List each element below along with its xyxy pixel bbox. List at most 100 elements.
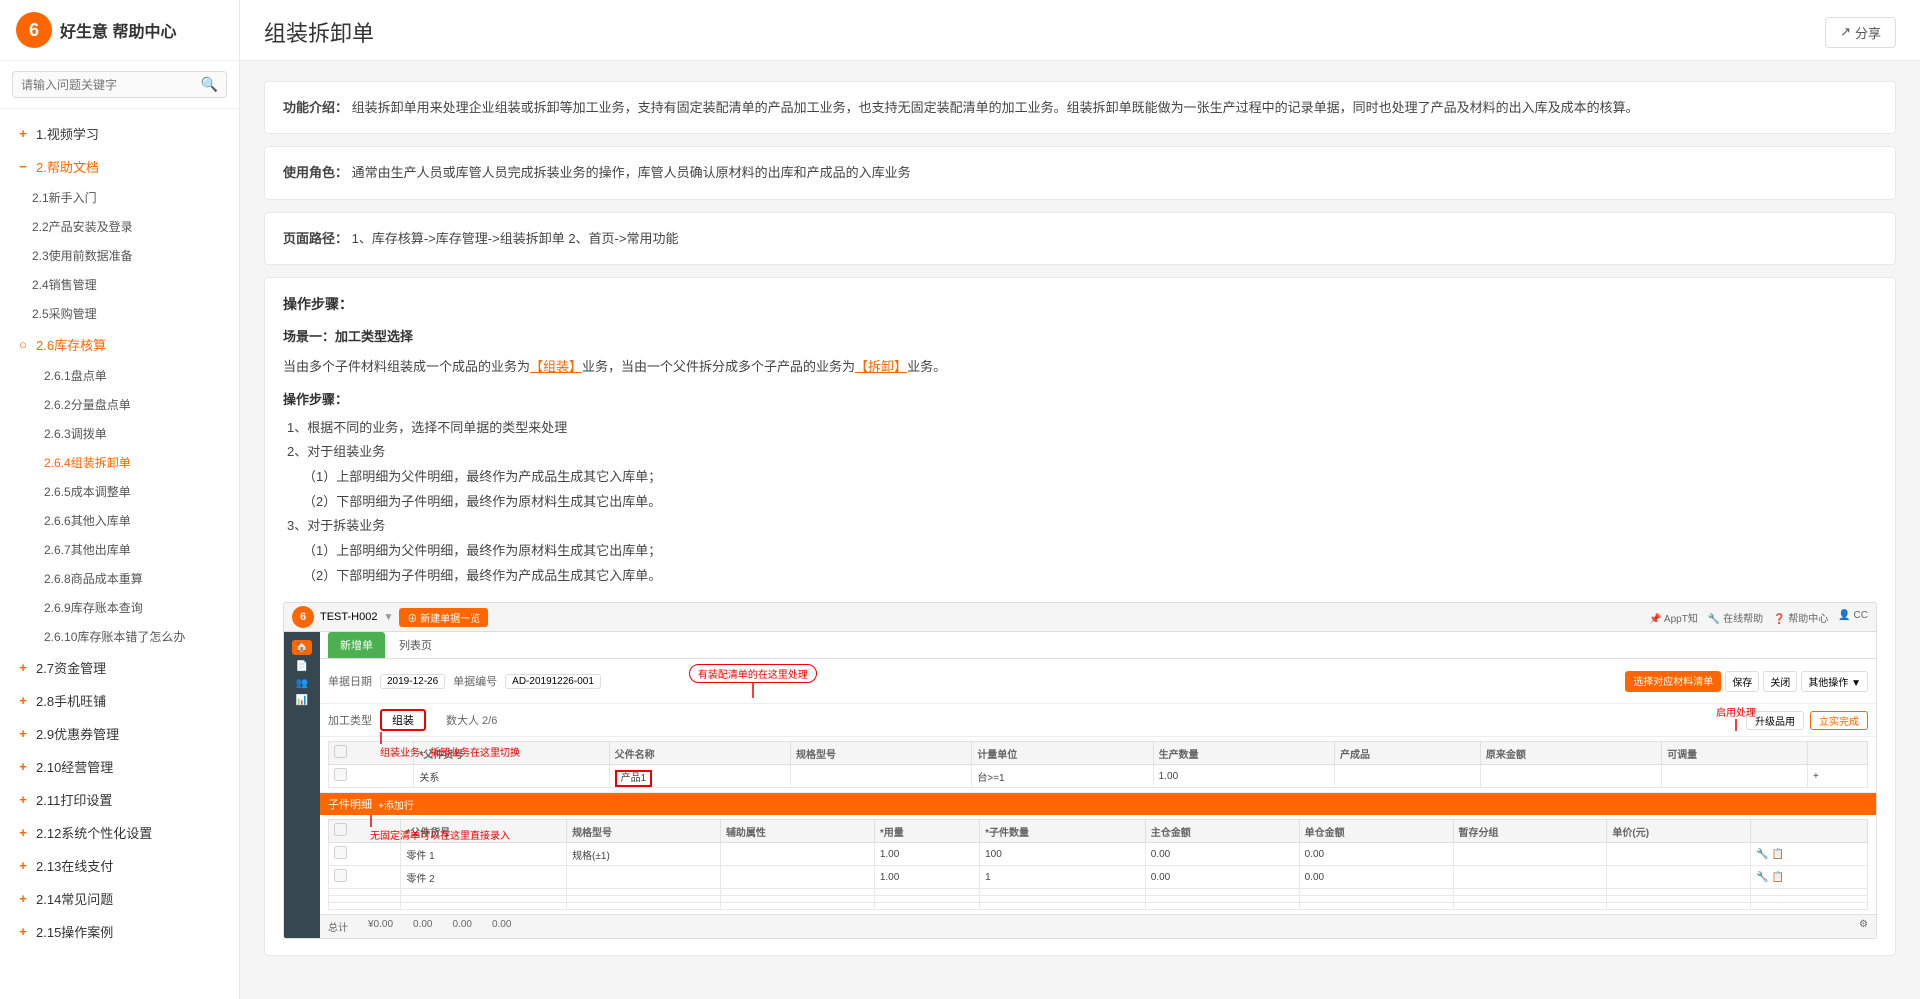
sidebar-item-2-6-4[interactable]: 2.6.4组装拆卸单 [0,448,239,477]
sub-table-add: +添加行 [378,797,414,812]
sidebar-item-data-prep[interactable]: 2.3使用前数据准备 [0,241,239,270]
col-avail: 可调量 [1662,742,1808,765]
type-label: 加工类型 [328,712,372,728]
step1: 1、根据不同的业务，选择不同单据的类型来处理 [287,416,1877,441]
sidebar-item-coupon[interactable]: 2.9优惠券管理 [0,717,239,750]
type-value: 组装 [380,709,426,731]
sidebar-item-finance[interactable]: 2.7资金管理 [0,651,239,684]
sub-table-row-5 [329,903,1868,910]
scene1-desc-text: 当由多个子件材料组装成一个成品的业务为 [283,359,530,374]
btn-confirm: 立实完成 [1810,711,1868,730]
feature-intro-label: 功能介绍： [283,100,348,115]
screenshot-main-area: 新增单 列表页 单据日期 2019-12-26 单据编号 AD-20191226… [320,632,1876,938]
icon-doc: 📄 [296,661,308,672]
plus-icon-operate [16,760,30,774]
annotation-label3: 组装业务、拆卸业务在这里切换 [380,744,520,759]
cell-avail [1662,765,1808,788]
tab-list: 列表页 [387,632,444,658]
sidebar-item-mobile[interactable]: 2.8手机旺铺 [0,684,239,717]
sidebar-item-2-6-3[interactable]: 2.6.3调拨单 [0,419,239,448]
annotation-label1: 有装配清单的在这里处理 [689,664,817,683]
tab-active: 新增单 [328,632,385,658]
search-box[interactable]: 🔍 [0,61,239,109]
sidebar-item-2-6-7[interactable]: 2.6.7其他出库单 [0,535,239,564]
annotation-arrow4 [1735,719,1737,731]
logo-icon: 6 [16,12,52,48]
sidebar-item-2-6-9[interactable]: 2.6.9库存账本查询 [0,593,239,622]
col-action [1807,742,1867,765]
role-label: 使用角色： [283,165,348,180]
sidebar-item-pay[interactable]: 2.13在线支付 [0,849,239,882]
main-content: 组装拆卸单 ↗ 分享 功能介绍： 组装拆卸单用来处理企业组装或拆卸等加工业务，支… [240,0,1920,999]
search-icon[interactable]: 🔍 [201,76,218,93]
sub-table-row-1: 零件 1 规格(±1) 1.00 100 0.00 0.00 [329,843,1868,866]
feature-intro-block: 功能介绍： 组装拆卸单用来处理企业组装或拆卸等加工业务，支持有固定装配清单的产品… [264,81,1896,134]
sidebar-item-2-6-10[interactable]: 2.6.10库存账本错了怎么办 [0,622,239,651]
btn-more: 其他操作 ▼ [1801,671,1868,692]
steps-title: 操作步骤： [283,294,1877,314]
cell-product [1335,765,1481,788]
sidebar-item-purchase[interactable]: 2.5采购管理 [0,299,239,328]
sub-col-qty2: *子件数量 [980,820,1146,843]
sidebar-item-print[interactable]: 2.11打印设置 [0,783,239,816]
scene1-keyword2: 【拆卸】 [855,359,907,374]
sub-col-group: 暂存分组 [1453,820,1607,843]
path-text: 1、库存核算->库存管理->组装拆卸单 2、首页->常用功能 [352,231,679,246]
page-title: 组装拆卸单 [264,16,374,48]
screenshot-test-id: TEST-H002 [320,611,377,623]
sidebar-item-operate[interactable]: 2.10经营管理 [0,750,239,783]
screenshot-dropdown-icon: ▼ [383,612,393,623]
steps-section: 操作步骤： 场景一：加工类型选择 当由多个子件材料组装成一个成品的业务为【组装】… [264,277,1896,956]
screenshot-type-row: 加工类型 组装 数大人 2/6 组装业务、拆卸业务在这里切换 启用处理 [320,704,1876,737]
sidebar-item-stock[interactable]: ○ 2.6库存核算 [0,328,239,361]
search-input[interactable] [21,78,201,92]
cell-act: + [1807,765,1867,788]
sidebar-item-2-6-2[interactable]: 2.6.2分量盘点单 [0,390,239,419]
sidebar-item-2-6-5[interactable]: 2.6.5成本调整单 [0,477,239,506]
annotation-wrap5: 无固定清单可以在这里直接录入 [370,815,510,842]
sub-table: *父件货号 规格型号 辅助属性 *用量 *子件数量 主仓金额 单仓金额 暂存分组 [328,819,1868,910]
annotation-wrap3: 组装业务、拆卸业务在这里切换 [380,732,520,759]
scene1-keyword1: 【组装】 [530,359,582,374]
brand-name: 好生意 帮助中心 [60,18,176,42]
scene1-desc: 当由多个子件材料组装成一个成品的业务为【组装】业务，当由一个父件拆分成多个子产品… [283,355,1877,378]
plus-icon-faq [16,892,30,906]
form-date-value: 2019-12-26 [380,674,445,689]
screenshot-body: 🏠 📄 👥 📊 新增单 列表页 单据日期 [284,632,1876,938]
sub-table-row-2: 零件 2 1.00 1 0.00 0.00 [329,866,1868,889]
sub-table-section: *父件货号 规格型号 辅助属性 *用量 *子件数量 主仓金额 单仓金额 暂存分组 [320,815,1876,914]
sidebar-item-2-6-8[interactable]: 2.6.8商品成本重算 [0,564,239,593]
path-block: 页面路径： 1、库存核算->库存管理->组装拆卸单 2、首页->常用功能 [264,212,1896,265]
col-product: 产成品 [1335,742,1481,765]
sidebar-item-2-6-6[interactable]: 2.6.6其他入库单 [0,506,239,535]
cell-check [329,765,414,788]
sidebar-item-cases[interactable]: 2.15操作案例 [0,915,239,948]
share-button[interactable]: ↗ 分享 [1825,17,1896,48]
sidebar-item-2-6-1[interactable]: 2.6.1盘点单 [0,361,239,390]
annotation-label5: 无固定清单可以在这里直接录入 [370,827,510,842]
cell-parent-num: 关系 [414,765,609,788]
sidebar-item-video[interactable]: 1.视频学习 [0,117,239,150]
nav-list: 1.视频学习 2.帮助文档 2.1新手入门 2.2产品安装及登录 2.3使用前数… [0,109,239,999]
app-logo: 6 [292,606,314,628]
sidebar-item-install[interactable]: 2.2产品安装及登录 [0,212,239,241]
screenshot-left-icons: 🏠 📄 👥 📊 [284,632,320,938]
btn-select-bom: 选择对应材料清单 [1625,671,1721,692]
footer-amt4: 0.00 [492,919,511,934]
sidebar-item-docs[interactable]: 2.帮助文档 [0,150,239,183]
screenshot-form-bar: 单据日期 2019-12-26 单据编号 AD-20191226-001 有装配… [320,659,1876,704]
annotation-wrap1: 有装配清单的在这里处理 [689,664,817,698]
count-label: 数大人 2/6 [446,712,497,728]
sidebar-header: 6 好生意 帮助中心 [0,0,239,61]
sidebar-item-faq[interactable]: 2.14常见问题 [0,882,239,915]
icon-people: 👥 [296,678,308,689]
footer-amt1: ¥0.00 [368,919,393,934]
sidebar-item-new-user[interactable]: 2.1新手入门 [0,183,239,212]
circle-icon: ○ [16,338,30,352]
share-icon: ↗ [1840,24,1851,40]
sidebar-item-custom[interactable]: 2.12系统个性化设置 [0,816,239,849]
table-row: 关系 产品1 台>=1 1.00 + [329,765,1868,788]
sidebar-item-sales[interactable]: 2.4销售管理 [0,270,239,299]
col-unit: 计量单位 [972,742,1153,765]
sub-table-row-3 [329,889,1868,896]
